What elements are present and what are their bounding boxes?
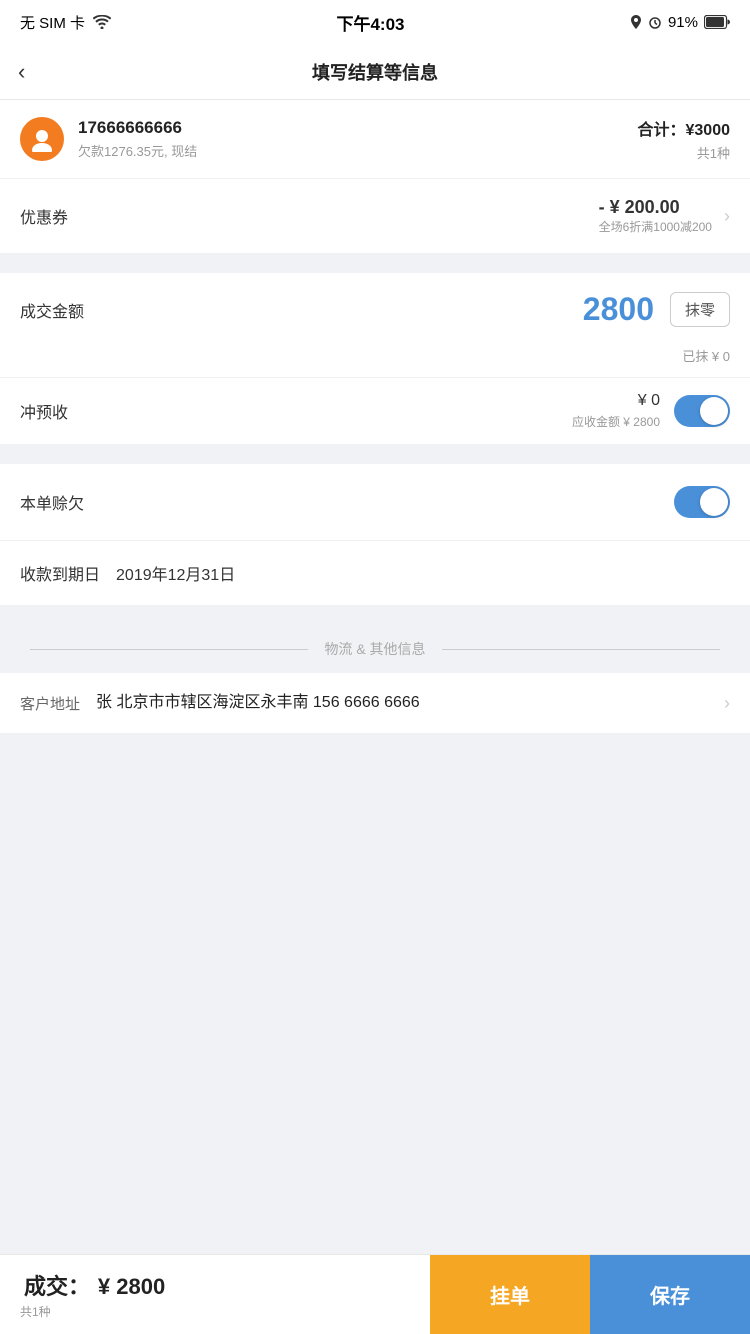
avatar-icon: [29, 126, 55, 152]
gap-2: [0, 454, 750, 464]
status-right: 91%: [630, 14, 730, 31]
coupon-desc: 全场6折满1000减200: [599, 218, 712, 235]
back-button[interactable]: ‹: [18, 59, 25, 85]
address-value: 张 北京市市辖区海淀区永丰南 156 6666 6666: [96, 691, 704, 715]
gray-spacer: [0, 743, 750, 883]
battery-label: 91%: [668, 14, 698, 31]
address-chevron-icon: ›: [724, 693, 730, 714]
duedate-row: 收款到期日 2019年12月31日: [0, 541, 750, 605]
coupon-label: 优惠券: [20, 204, 68, 228]
customer-info: 17666666666 欠款1276.35元, 现结: [78, 118, 638, 160]
deal-right: 2800 抹零: [583, 291, 730, 328]
pending-button[interactable]: 挂单: [430, 1255, 590, 1334]
save-button[interactable]: 保存: [590, 1255, 750, 1334]
precollect-right: ¥ 0 应收金额 ¥ 2800: [572, 392, 730, 430]
location-icon: [630, 15, 642, 29]
nav-bar: ‹ 填写结算等信息: [0, 44, 750, 100]
logistics-divider: 物流 & 其他信息: [0, 625, 750, 673]
debt-section: 本单赊欠 收款到期日 2019年12月31日: [0, 464, 750, 605]
alarm-icon: [648, 15, 662, 29]
total-amount: 合计：¥3000: [638, 116, 731, 140]
deal-row: 成交金额 2800 抹零: [0, 273, 750, 346]
bottom-bar: 成交： ¥ 2800 共1种 挂单 保存: [0, 1254, 750, 1334]
debt-toggle-knob: [700, 488, 728, 516]
toggle-knob: [700, 397, 728, 425]
battery-icon: [704, 15, 730, 29]
customer-total: 合计：¥3000 共1种: [638, 116, 731, 162]
coupon-chevron-icon: ›: [724, 206, 730, 227]
customer-row: 17666666666 欠款1276.35元, 现结 合计：¥3000 共1种: [0, 100, 750, 178]
debt-toggle[interactable]: [674, 486, 730, 518]
status-left: 无 SIM 卡: [20, 12, 111, 33]
bottom-deal-amount: ¥ 2800: [98, 1274, 165, 1299]
deal-label: 成交金额: [20, 298, 84, 322]
avatar: [20, 117, 64, 161]
precollect-amount-col: ¥ 0 应收金额 ¥ 2800: [572, 392, 660, 430]
address-row[interactable]: 客户地址 张 北京市市辖区海淀区永丰南 156 6666 6666 ›: [0, 673, 750, 733]
deal-section: 成交金额 2800 抹零 已抹 ¥ 0 冲预收 ¥ 0 应收金额 ¥ 2800: [0, 273, 750, 444]
bottom-deal-row: 成交： ¥ 2800: [20, 1269, 410, 1301]
debt-row: 本单赊欠: [0, 464, 750, 540]
divider-line-right: [442, 649, 720, 650]
duedate-value: 2019年12月31日: [116, 561, 235, 585]
precollect-sub: 应收金额 ¥ 2800: [572, 413, 660, 430]
customer-sub: 欠款1276.35元, 现结: [78, 141, 638, 160]
precollect-toggle[interactable]: [674, 395, 730, 427]
precollect-amount: ¥ 0: [572, 392, 660, 410]
precollect-label: 冲预收: [20, 399, 68, 423]
gap-1: [0, 263, 750, 273]
total-count: 共1种: [638, 143, 731, 162]
wifi-icon: [93, 15, 111, 29]
bottom-info: 成交： ¥ 2800 共1种: [0, 1269, 430, 1320]
coupon-right: - ¥ 200.00 全场6折满1000减200 ›: [599, 197, 730, 235]
nav-title: 填写结算等信息: [312, 59, 438, 85]
deal-amount: 2800: [583, 291, 654, 328]
round-button[interactable]: 抹零: [670, 292, 730, 327]
gap-3: [0, 615, 750, 625]
bottom-deal-label: 成交：: [24, 1274, 90, 1299]
coupon-row[interactable]: 优惠券 - ¥ 200.00 全场6折满1000减200 ›: [0, 178, 750, 253]
bottom-padding: [0, 883, 750, 963]
back-icon: ‹: [18, 59, 25, 85]
address-label: 客户地址: [20, 693, 80, 714]
customer-phone: 17666666666: [78, 118, 638, 138]
bottom-count: 共1种: [20, 1303, 410, 1320]
customer-section: 17666666666 欠款1276.35元, 现结 合计：¥3000 共1种 …: [0, 100, 750, 253]
duedate-label: 收款到期日: [20, 561, 100, 585]
sim-label: 无 SIM 卡: [20, 12, 85, 33]
status-bar: 无 SIM 卡 下午4:03 91%: [0, 0, 750, 44]
precollect-row: 冲预收 ¥ 0 应收金额 ¥ 2800: [0, 378, 750, 444]
address-section: 客户地址 张 北京市市辖区海淀区永丰南 156 6666 6666 ›: [0, 673, 750, 733]
debt-label: 本单赊欠: [20, 490, 84, 514]
divider-line-left: [30, 649, 308, 650]
status-time: 下午4:03: [336, 10, 404, 35]
coupon-amount: - ¥ 200.00: [599, 197, 712, 218]
logistics-label: 物流 & 其他信息: [324, 639, 425, 659]
deal-sub: 已抹 ¥ 0: [0, 346, 750, 377]
